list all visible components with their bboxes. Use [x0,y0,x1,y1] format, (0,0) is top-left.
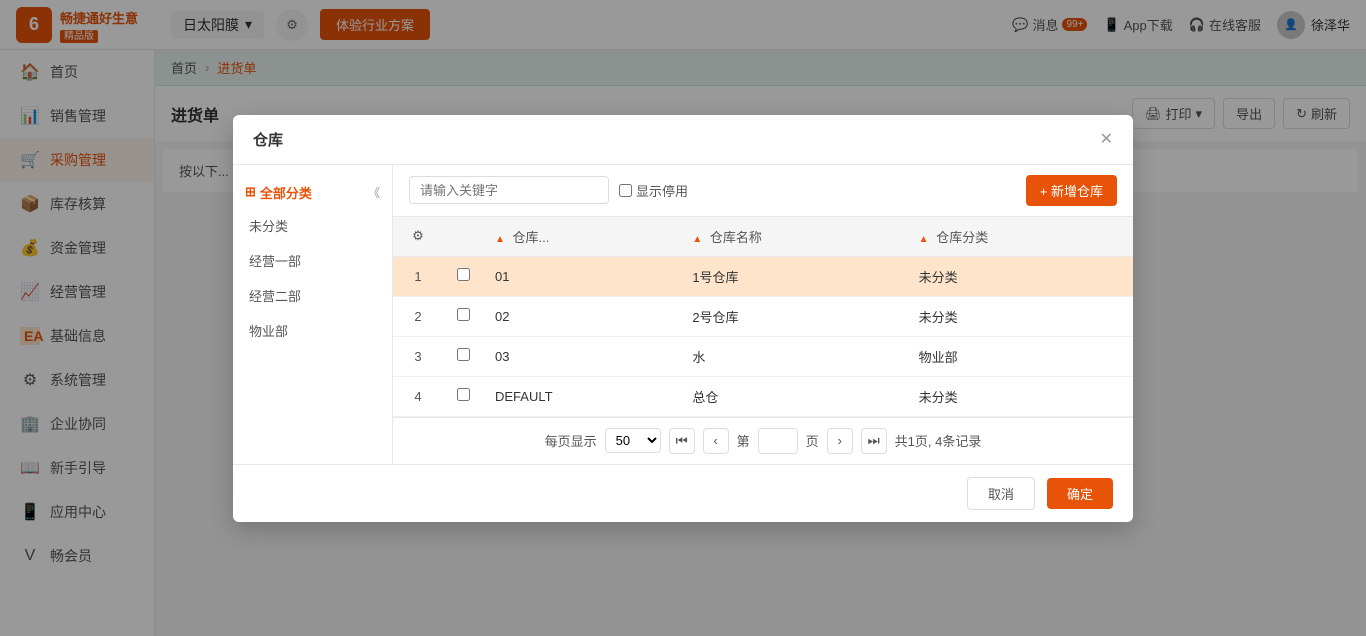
modal-overlay: 仓库 ✕ ⊞ 全部分类 《 未分类 经营一部 [0,0,1366,636]
category-item-uncategorized[interactable]: 未分类 [233,208,392,243]
row-code: DEFAULT [483,376,680,416]
all-category-label[interactable]: ⊞ 全部分类 [245,183,312,202]
show-disabled-checkbox[interactable] [619,184,632,197]
row-check[interactable] [443,336,483,376]
sort-icon-code: ▲ [495,234,505,245]
warehouse-modal: 仓库 ✕ ⊞ 全部分类 《 未分类 经营一部 [233,115,1133,522]
th-gear: ⚙ [393,217,443,257]
page-next-button[interactable]: › [827,428,853,454]
row-category: 未分类 [907,296,1133,336]
collapse-button[interactable]: 《 [368,184,380,201]
page-last-button[interactable]: ⏭ [861,428,887,454]
modal-main: 🔍 显示停用 + 新增仓库 ⚙ [393,165,1133,464]
th-code: ▲ 仓库... [483,217,680,257]
modal-toolbar: 🔍 显示停用 + 新增仓库 [393,165,1133,217]
table-row[interactable]: 3 03 水 物业部 [393,336,1133,376]
category-item-property[interactable]: 物业部 [233,313,392,348]
modal-header: 仓库 ✕ [233,115,1133,165]
modal-footer: 取消 确定 [233,464,1133,522]
row-category: 未分类 [907,376,1133,416]
row-num: 4 [393,376,443,416]
row-num: 2 [393,296,443,336]
row-check[interactable] [443,296,483,336]
th-name: ▲ 仓库名称 [680,217,906,257]
total-info: 共1页, 4条记录 [895,431,982,450]
page-input[interactable]: 1 [758,428,798,454]
table-row[interactable]: 2 02 2号仓库 未分类 [393,296,1133,336]
warehouse-table-wrap: ⚙ ▲ 仓库... ▲ 仓库名称 [393,217,1133,417]
row-code: 01 [483,256,680,296]
row-num: 1 [393,256,443,296]
search-button[interactable]: 🔍 [606,177,609,203]
sort-icon-category: ▲ [919,234,929,245]
page-first-button[interactable]: ⏮ [669,428,695,454]
table-row[interactable]: 4 DEFAULT 总仓 未分类 [393,376,1133,416]
modal-close-button[interactable]: ✕ [1100,129,1113,149]
table-header-row: ⚙ ▲ 仓库... ▲ 仓库名称 [393,217,1133,257]
page-prev-button[interactable]: ‹ [703,428,729,454]
confirm-button[interactable]: 确定 [1047,478,1113,509]
row-category: 物业部 [907,336,1133,376]
row-check[interactable] [443,376,483,416]
page-end-label: 页 [806,431,819,450]
modal-title: 仓库 [253,129,283,150]
search-input[interactable] [410,178,606,203]
category-sidebar-header: ⊞ 全部分类 《 [233,177,392,208]
pagination: 每页显示 50 20 100 ⏮ ‹ 第 1 页 › ⏭ 共1页, 4条记录 [393,417,1133,464]
per-page-select[interactable]: 50 20 100 [605,428,661,453]
row-name: 水 [680,336,906,376]
show-disabled-label[interactable]: 显示停用 [619,181,688,200]
row-code: 03 [483,336,680,376]
row-code: 02 [483,296,680,336]
cancel-button[interactable]: 取消 [967,477,1035,510]
row-name: 总仓 [680,376,906,416]
row-name: 2号仓库 [680,296,906,336]
category-sidebar: ⊞ 全部分类 《 未分类 经营一部 经营二部 物业部 [233,165,393,464]
warehouse-table: ⚙ ▲ 仓库... ▲ 仓库名称 [393,217,1133,417]
category-item-ops2[interactable]: 经营二部 [233,278,392,313]
th-category: ▲ 仓库分类 [907,217,1133,257]
table-row[interactable]: 1 01 1号仓库 未分类 [393,256,1133,296]
category-item-ops1[interactable]: 经营一部 [233,243,392,278]
add-warehouse-button[interactable]: + 新增仓库 [1026,175,1117,206]
row-check[interactable] [443,256,483,296]
row-name: 1号仓库 [680,256,906,296]
sort-icon-name: ▲ [692,234,702,245]
page-label: 第 [737,431,750,450]
modal-body: ⊞ 全部分类 《 未分类 经营一部 经营二部 物业部 [233,165,1133,464]
per-page-label: 每页显示 [545,431,597,450]
row-num: 3 [393,336,443,376]
grid-icon: ⊞ [245,184,256,200]
th-check [443,217,483,257]
search-box: 🔍 [409,176,609,204]
row-category: 未分类 [907,256,1133,296]
